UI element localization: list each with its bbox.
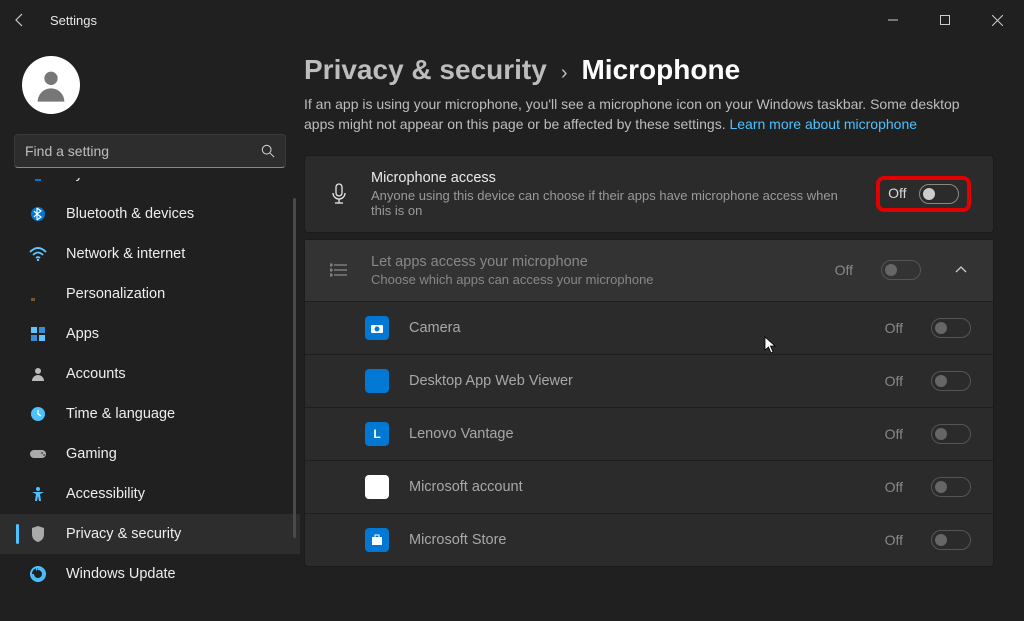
sidebar-item-person[interactable]: Accounts: [0, 354, 300, 394]
sidebar-item-accessibility[interactable]: Accessibility: [0, 474, 300, 514]
nav-scroll: System Bluetooth & devices Network & inter…: [0, 178, 300, 621]
user-avatar[interactable]: [22, 56, 80, 114]
apps-access-sub: Choose which apps can access your microp…: [371, 272, 815, 287]
sidebar-item-label: Personalization: [66, 286, 165, 302]
sidebar-item-label: Bluetooth & devices: [66, 206, 194, 222]
app-state: Off: [885, 532, 903, 548]
app-state: Off: [885, 426, 903, 442]
app-row: Microsoft account Off: [305, 460, 993, 513]
chevron-up-icon: [951, 266, 971, 274]
shield-icon: [28, 524, 48, 544]
person-icon: [28, 364, 48, 384]
sidebar-item-label: Accessibility: [66, 486, 145, 502]
sidebar-item-bluetooth[interactable]: Bluetooth & devices: [0, 194, 300, 234]
wifi-icon: [28, 244, 48, 264]
sidebar-item-update[interactable]: Windows Update: [0, 554, 300, 594]
app-label: Camera: [409, 320, 865, 336]
app-label: Desktop App Web Viewer: [409, 373, 865, 389]
sidebar-item-label: Apps: [66, 326, 99, 342]
window-controls: [870, 4, 1020, 36]
learn-more-link[interactable]: Learn more about microphone: [729, 116, 917, 132]
sidebar-item-label: Gaming: [66, 446, 117, 462]
sidebar-item-label: Network & internet: [66, 246, 185, 262]
mic-access-sub: Anyone using this device can choose if t…: [371, 188, 852, 218]
apps-access-toggle[interactable]: [881, 260, 921, 280]
app-toggle[interactable]: [931, 318, 971, 338]
breadcrumb-parent[interactable]: Privacy & security: [304, 54, 547, 86]
microphone-icon: [327, 183, 351, 205]
app-state: Off: [885, 479, 903, 495]
sidebar-item-brush[interactable]: Personalization: [0, 274, 300, 314]
bluetooth-icon: [28, 204, 48, 224]
intro-text: If an app is using your microphone, you'…: [304, 94, 984, 135]
user-avatar-row: [0, 48, 300, 130]
highlight-annotation: Off: [876, 176, 971, 212]
title-label: Settings: [50, 13, 97, 28]
maximize-button[interactable]: [922, 4, 968, 36]
titlebar: Settings: [0, 0, 1024, 40]
mic-access-state: Off: [888, 185, 906, 201]
app-toggle[interactable]: [931, 424, 971, 444]
sidebar: System Bluetooth & devices Network & inter…: [0, 40, 300, 621]
app-toggle[interactable]: [931, 530, 971, 550]
close-button[interactable]: [974, 4, 1020, 36]
apps-access-title: Let apps access your microphone: [371, 254, 815, 270]
app-state: Off: [885, 373, 903, 389]
app-toggle[interactable]: [931, 371, 971, 391]
sidebar-item-gamepad[interactable]: Gaming: [0, 434, 300, 474]
sidebar-item-shield[interactable]: Privacy & security: [0, 514, 300, 554]
app-state: Off: [885, 320, 903, 336]
search-icon: [261, 144, 275, 158]
apps-access-card: Let apps access your microphone Choose w…: [304, 239, 994, 567]
search-input[interactable]: [25, 143, 261, 159]
sidebar-scrollbar[interactable]: [293, 198, 296, 538]
breadcrumb: Privacy & security › Microphone: [304, 54, 994, 86]
minimize-button[interactable]: [870, 4, 916, 36]
back-button[interactable]: [4, 4, 36, 36]
sidebar-item-label: Accounts: [66, 366, 126, 382]
sidebar-item-label: Privacy & security: [66, 526, 181, 542]
app-row: Microsoft Store Off: [305, 513, 993, 566]
main-content: Privacy & security › Microphone If an ap…: [300, 40, 1024, 621]
update-icon: [28, 564, 48, 584]
brush-icon: [28, 284, 48, 304]
list-icon: [327, 262, 351, 278]
chevron-right-icon: ›: [561, 62, 568, 85]
mic-access-toggle[interactable]: [919, 184, 959, 204]
sidebar-item-label: Windows Update: [66, 566, 176, 582]
app-label: Microsoft Store: [409, 532, 865, 548]
search-box[interactable]: [14, 134, 286, 168]
sidebar-item-label: System: [66, 178, 114, 182]
app-label: Microsoft account: [409, 479, 865, 495]
apps-access-state: Off: [835, 262, 853, 278]
sidebar-item-system[interactable]: System: [0, 178, 300, 194]
gamepad-icon: [28, 444, 48, 464]
app-label: Lenovo Vantage: [409, 426, 865, 442]
clock-icon: [28, 404, 48, 424]
app-row: Desktop App Web Viewer Off: [305, 354, 993, 407]
accessibility-icon: [28, 484, 48, 504]
system-icon: [28, 178, 48, 184]
apps-icon: [28, 324, 48, 344]
page-title: Microphone: [581, 54, 740, 86]
apps-access-header[interactable]: Let apps access your microphone Choose w…: [305, 240, 993, 301]
sidebar-item-apps[interactable]: Apps: [0, 314, 300, 354]
sidebar-item-clock[interactable]: Time & language: [0, 394, 300, 434]
mic-access-title: Microphone access: [371, 170, 852, 186]
sidebar-item-label: Time & language: [66, 406, 175, 422]
microphone-access-card: Microphone access Anyone using this devi…: [304, 155, 994, 233]
app-row: LLenovo VantageOff: [305, 407, 993, 460]
sidebar-item-wifi[interactable]: Network & internet: [0, 234, 300, 274]
app-row: Camera Off: [305, 301, 993, 354]
app-toggle[interactable]: [931, 477, 971, 497]
